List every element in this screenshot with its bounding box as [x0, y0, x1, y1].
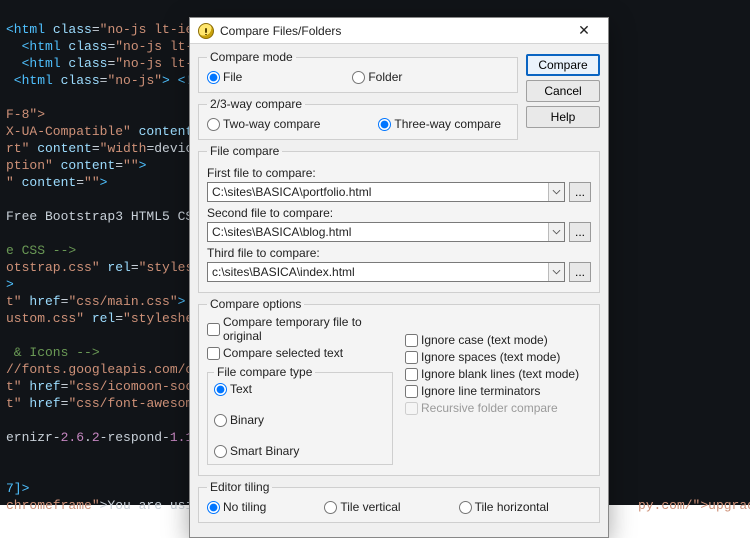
- first-file-value: C:\sites\BASICA\portfolio.html: [212, 185, 371, 199]
- mode-folder-radio[interactable]: Folder: [352, 70, 402, 84]
- type-binary-input[interactable]: [214, 414, 227, 427]
- recursive-folder-input: [405, 402, 418, 415]
- compare-mode-legend: Compare mode: [207, 50, 296, 64]
- two-way-radio[interactable]: Two-way compare: [207, 117, 320, 131]
- tiling-horizontal-radio[interactable]: Tile horizontal: [459, 500, 549, 514]
- way-compare-fieldset: 2/3-way compare Two-way compare Three-wa…: [198, 97, 518, 140]
- third-file-value: c:\sites\BASICA\index.html: [212, 265, 355, 279]
- editor-tiling-legend: Editor tiling: [207, 480, 272, 494]
- two-way-input[interactable]: [207, 118, 220, 131]
- temp-to-original-input[interactable]: [207, 323, 220, 336]
- tiling-none-radio[interactable]: No tiling: [207, 500, 266, 514]
- compare-button[interactable]: Compare: [526, 54, 600, 76]
- file-compare-legend: File compare: [207, 144, 282, 158]
- titlebar[interactable]: Compare Files/Folders ✕: [190, 18, 608, 44]
- recursive-folder-checkbox: Recursive folder compare: [405, 401, 591, 415]
- three-way-radio[interactable]: Three-way compare: [378, 117, 501, 131]
- type-text-radio[interactable]: Text: [214, 382, 386, 396]
- tiling-horizontal-input[interactable]: [459, 501, 472, 514]
- ignore-case-checkbox[interactable]: Ignore case (text mode): [405, 333, 591, 347]
- tiling-none-input[interactable]: [207, 501, 220, 514]
- second-file-combo[interactable]: C:\sites\BASICA\blog.html: [207, 222, 565, 242]
- compare-dialog: Compare Files/Folders ✕ Compare mode Fil…: [189, 17, 609, 538]
- mode-file-input[interactable]: [207, 71, 220, 84]
- third-file-browse-button[interactable]: ...: [569, 262, 591, 282]
- second-file-value: C:\sites\BASICA\blog.html: [212, 225, 351, 239]
- second-file-label: Second file to compare:: [207, 206, 591, 220]
- third-file-combo[interactable]: c:\sites\BASICA\index.html: [207, 262, 565, 282]
- compare-mode-fieldset: Compare mode File Folder: [198, 50, 518, 93]
- third-file-label: Third file to compare:: [207, 246, 591, 260]
- type-binary-radio[interactable]: Binary: [214, 413, 386, 427]
- app-icon: [198, 23, 214, 39]
- file-compare-fieldset: File compare First file to compare: C:\s…: [198, 144, 600, 293]
- help-button[interactable]: Help: [526, 106, 600, 128]
- ignore-blank-checkbox[interactable]: Ignore blank lines (text mode): [405, 367, 591, 381]
- selected-text-input[interactable]: [207, 347, 220, 360]
- ignore-terminators-checkbox[interactable]: Ignore line terminators: [405, 384, 591, 398]
- second-file-browse-button[interactable]: ...: [569, 222, 591, 242]
- type-smart-input[interactable]: [214, 445, 227, 458]
- selected-text-checkbox[interactable]: Compare selected text: [207, 346, 393, 360]
- dialog-title: Compare Files/Folders: [220, 24, 341, 38]
- editor-tiling-fieldset: Editor tiling No tiling Tile vertical Ti…: [198, 480, 600, 523]
- file-compare-type-fieldset: File compare type Text Binary Smart Bina…: [207, 365, 393, 465]
- chevron-down-icon[interactable]: [548, 263, 564, 281]
- tiling-vertical-input[interactable]: [324, 501, 337, 514]
- three-way-input[interactable]: [378, 118, 391, 131]
- ignore-spaces-input[interactable]: [405, 351, 418, 364]
- ignore-spaces-checkbox[interactable]: Ignore spaces (text mode): [405, 350, 591, 364]
- first-file-label: First file to compare:: [207, 166, 591, 180]
- chevron-down-icon[interactable]: [548, 183, 564, 201]
- type-smart-binary-radio[interactable]: Smart Binary: [214, 444, 386, 458]
- mode-folder-input[interactable]: [352, 71, 365, 84]
- compare-options-fieldset: Compare options Compare temporary file t…: [198, 297, 600, 476]
- ignore-terminators-input[interactable]: [405, 385, 418, 398]
- mode-file-radio[interactable]: File: [207, 70, 242, 84]
- way-compare-legend: 2/3-way compare: [207, 97, 305, 111]
- cancel-button[interactable]: Cancel: [526, 80, 600, 102]
- type-text-input[interactable]: [214, 383, 227, 396]
- tiling-vertical-radio[interactable]: Tile vertical: [324, 500, 400, 514]
- first-file-browse-button[interactable]: ...: [569, 182, 591, 202]
- chevron-down-icon[interactable]: [548, 223, 564, 241]
- ignore-blank-input[interactable]: [405, 368, 418, 381]
- temp-to-original-checkbox[interactable]: Compare temporary file to original: [207, 315, 393, 343]
- first-file-combo[interactable]: C:\sites\BASICA\portfolio.html: [207, 182, 565, 202]
- compare-options-legend: Compare options: [207, 297, 304, 311]
- file-compare-type-legend: File compare type: [214, 365, 315, 379]
- ignore-case-input[interactable]: [405, 334, 418, 347]
- close-icon[interactable]: ✕: [568, 19, 600, 43]
